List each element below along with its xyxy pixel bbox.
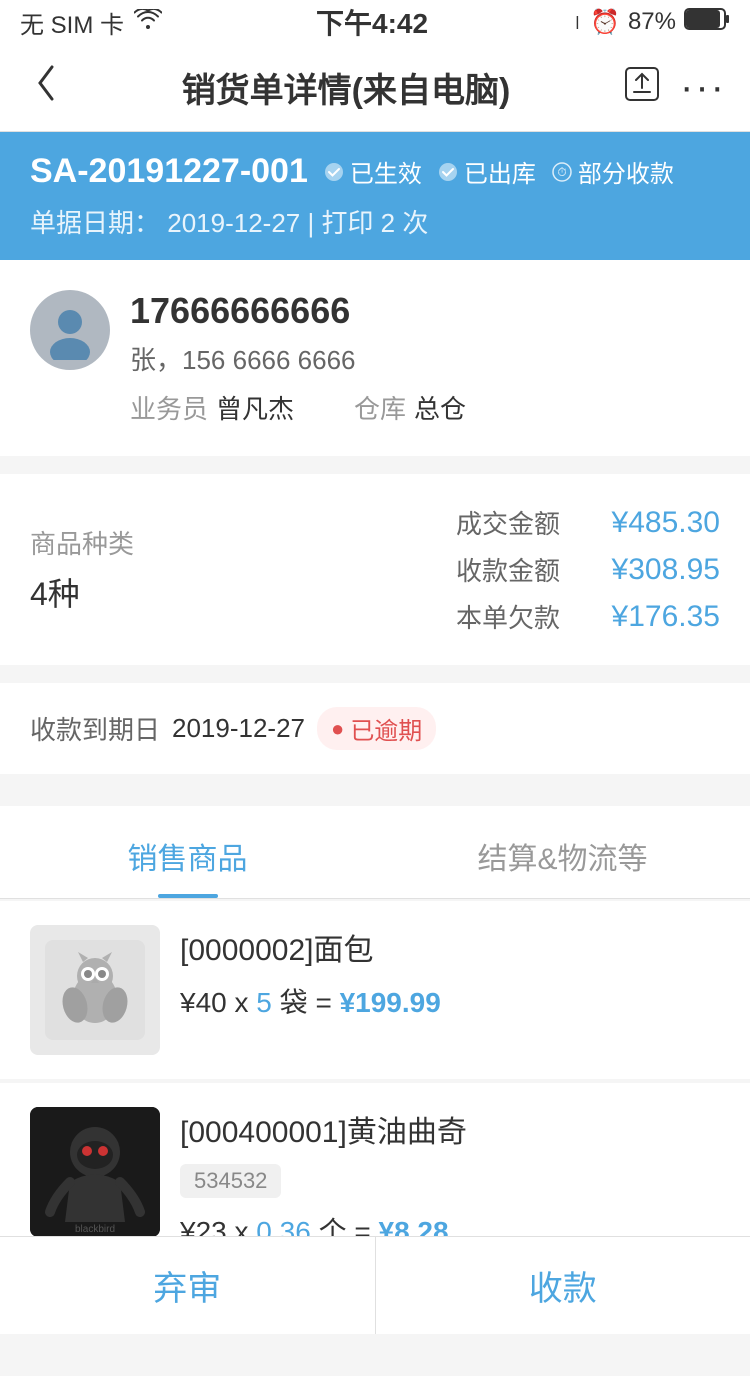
- status-left: 无 SIM 卡: [20, 5, 162, 40]
- battery-icon: [684, 8, 730, 37]
- overdue-dot-icon: ●: [331, 716, 344, 742]
- collect-payment-button[interactable]: 收款: [376, 1237, 750, 1334]
- product-sku-cookie: 534532: [180, 1164, 281, 1198]
- type-value: 4种: [30, 569, 134, 615]
- bottom-bar: 弃审 收款: [0, 1236, 750, 1334]
- tab-products[interactable]: 销售商品: [0, 806, 375, 898]
- section-divider-3: [0, 790, 750, 806]
- bread-unit: 袋: [280, 987, 308, 1018]
- section-divider-2: [0, 667, 750, 683]
- status-right: ⃓ ⏰ 87%: [582, 8, 730, 37]
- section-divider: [0, 458, 750, 474]
- customer-name: 张，156 6666 6666: [130, 340, 720, 377]
- deal-label: 成交金额: [456, 504, 560, 541]
- svg-text:blackbird: blackbird: [75, 1224, 115, 1235]
- back-button[interactable]: [24, 53, 68, 122]
- warehouse-item: 仓库 总仓: [354, 389, 466, 426]
- tab-settlement[interactable]: 结算&物流等: [375, 806, 750, 898]
- badge-partial: ⏱ 部分收款: [552, 154, 674, 189]
- received-row: 收款金额 ¥308.95: [456, 551, 720, 588]
- type-label: 商品种类: [30, 524, 134, 561]
- status-bar: 无 SIM 卡 下午4:42 ⃓ ⏰ 87%: [0, 0, 750, 44]
- debt-label: 本单欠款: [456, 598, 560, 635]
- customer-section: 17666666666 张，156 6666 6666 业务员 曾凡杰 仓库 总…: [0, 260, 750, 456]
- deal-row: 成交金额 ¥485.30: [456, 504, 720, 541]
- debt-row: 本单欠款 ¥176.35: [456, 598, 720, 635]
- svg-text:⏱: ⏱: [557, 165, 566, 179]
- overdue-label: 收款到期日: [30, 710, 160, 747]
- order-header: SA-20191227-001 已生效 已出库 ⏱ 部分收款 单据日期： 201…: [0, 132, 750, 260]
- overdue-section: 收款到期日 2019-12-27 ● 已逾期: [0, 683, 750, 774]
- product-info-bread: [0000002]面包 ¥40 x 5 袋 = ¥199.99: [180, 925, 720, 1021]
- salesman-item: 业务员 曾凡杰: [130, 389, 294, 426]
- product-item-bread: [0000002]面包 ¥40 x 5 袋 = ¥199.99: [0, 901, 750, 1079]
- product-name-bread: [0000002]面包: [180, 925, 720, 969]
- stats-left: 商品种类 4种: [30, 524, 134, 615]
- overdue-text: 已逾期: [350, 711, 422, 746]
- battery-text: 87%: [628, 8, 676, 36]
- date-label: 单据日期：: [30, 208, 160, 238]
- customer-phone: 17666666666: [130, 290, 720, 332]
- badge-shipped: 已出库: [438, 154, 536, 189]
- product-name-cookie: [000400001]黄油曲奇: [180, 1107, 720, 1151]
- received-value: ¥308.95: [580, 553, 720, 587]
- wifi-icon: [134, 8, 162, 36]
- order-date-row: 单据日期： 2019-12-27 | 打印 2 次: [30, 203, 720, 240]
- overdue-badge: ● 已逾期: [317, 707, 436, 750]
- status-time: 下午4:42: [316, 2, 428, 42]
- order-id: SA-20191227-001: [30, 152, 308, 191]
- product-thumb-bread: [30, 925, 160, 1055]
- customer-info: 17666666666 张，156 6666 6666 业务员 曾凡杰 仓库 总…: [130, 290, 720, 426]
- share-icon[interactable]: [624, 66, 660, 110]
- print-info: | 打印 2 次: [307, 208, 428, 238]
- bread-total: ¥199.99: [340, 987, 441, 1018]
- bread-price: ¥40: [180, 987, 227, 1018]
- overdue-date: 2019-12-27: [172, 713, 305, 744]
- alarm-icon: ⏰: [590, 8, 620, 37]
- warehouse-label: 仓库: [354, 389, 406, 426]
- avatar: [30, 290, 110, 370]
- page-title: 销货单详情(来自电脑): [68, 63, 624, 112]
- nav-bar: 销货单详情(来自电脑) ···: [0, 44, 750, 132]
- received-label: 收款金额: [456, 551, 560, 588]
- more-icon[interactable]: ···: [680, 65, 726, 110]
- product-thumb-cookie: blackbird: [30, 1107, 160, 1237]
- tabs-section: 销售商品 结算&物流等: [0, 806, 750, 899]
- product-price-bread: ¥40 x 5 袋 = ¥199.99: [180, 981, 720, 1021]
- salesman-value: 曾凡杰: [216, 389, 294, 426]
- order-date: 2019-12-27: [167, 208, 300, 238]
- badge-effective: 已生效: [324, 154, 422, 189]
- salesman-label: 业务员: [130, 389, 208, 426]
- cancel-review-button[interactable]: 弃审: [0, 1237, 376, 1334]
- bread-qty: 5: [256, 987, 272, 1018]
- deal-value: ¥485.30: [580, 506, 720, 540]
- no-sim-text: 无 SIM 卡: [20, 5, 124, 40]
- stats-section: 商品种类 4种 成交金额 ¥485.30 收款金额 ¥308.95 本单欠款 ¥…: [0, 474, 750, 665]
- nav-actions: ···: [624, 65, 726, 110]
- customer-meta: 业务员 曾凡杰 仓库 总仓: [130, 389, 720, 426]
- product-info-cookie: [000400001]黄油曲奇 534532 ¥23 x 0.36 个 = ¥8…: [180, 1107, 720, 1250]
- debt-value: ¥176.35: [580, 600, 720, 634]
- stats-right: 成交金额 ¥485.30 收款金额 ¥308.95 本单欠款 ¥176.35: [456, 504, 720, 635]
- warehouse-value: 总仓: [414, 389, 466, 426]
